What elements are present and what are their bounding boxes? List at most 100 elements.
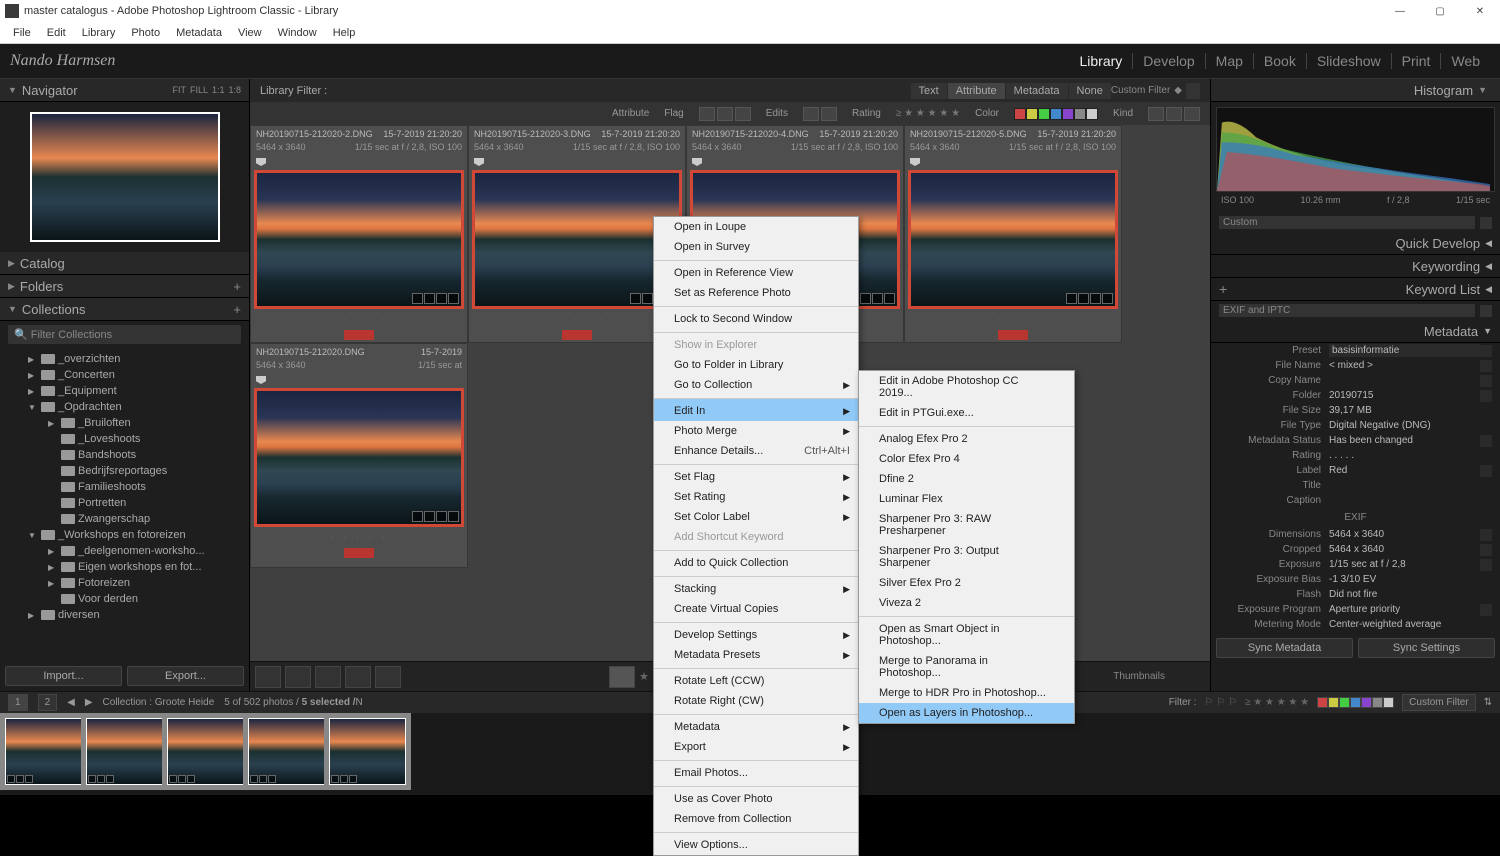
menu-item[interactable]: Set Flag▶ (654, 464, 858, 487)
color-filter[interactable] (1014, 108, 1026, 120)
menu-item[interactable]: Open as Layers in Photoshop... (859, 703, 1074, 723)
menu-library[interactable]: Library (74, 24, 124, 42)
kind-3[interactable] (1184, 107, 1200, 121)
metadata-row[interactable]: Cropped5464 x 3640 (1211, 542, 1500, 557)
metadata-row[interactable]: Metering ModeCenter-weighted average (1211, 617, 1500, 632)
menu-item[interactable]: Rotate Left (CCW) (654, 668, 858, 691)
module-map[interactable]: Map (1206, 53, 1254, 69)
nav-mode[interactable]: FILL (190, 85, 208, 95)
menu-item[interactable]: Edit in Adobe Photoshop CC 2019... (859, 371, 1074, 403)
filter-metadata[interactable]: Metadata (1006, 83, 1068, 99)
sb-color[interactable] (1339, 697, 1350, 708)
edits-2[interactable] (821, 107, 837, 121)
grid-cell[interactable]: NH20190715-212020-5.DNG15-7-2019 21:20:2… (904, 125, 1122, 343)
collections-header[interactable]: ▼Collections+ (0, 298, 249, 321)
collection-item[interactable]: Voor derden (0, 591, 249, 607)
collection-item[interactable]: ▶diversen (0, 607, 249, 623)
menu-item[interactable]: Set as Reference Photo (654, 283, 858, 303)
navigator-thumb[interactable] (0, 102, 249, 252)
people-view-icon[interactable] (375, 666, 401, 688)
collection-item[interactable]: Bandshoots (0, 447, 249, 463)
compare-view-icon[interactable] (315, 666, 341, 688)
filmstrip-thumb[interactable] (329, 718, 406, 785)
metadata-row[interactable]: File TypeDigital Negative (DNG) (1211, 418, 1500, 433)
maximize-button[interactable]: ▢ (1420, 0, 1460, 22)
grid-view-icon[interactable] (255, 666, 281, 688)
metadata-row[interactable]: File Name< mixed > (1211, 358, 1500, 373)
sync-settings-button[interactable]: Sync Settings (1358, 638, 1495, 658)
sync-metadata-button[interactable]: Sync Metadata (1216, 638, 1353, 658)
filmstrip-thumb[interactable] (86, 718, 163, 785)
metadata-row[interactable]: Folder20190715 (1211, 388, 1500, 403)
module-web[interactable]: Web (1441, 53, 1490, 69)
menu-edit[interactable]: Edit (39, 24, 74, 42)
collection-item[interactable]: Bedrijfsreportages (0, 463, 249, 479)
folders-header[interactable]: ▶Folders+ (0, 275, 249, 298)
menu-item[interactable]: Color Efex Pro 4 (859, 449, 1074, 469)
collection-item[interactable]: ▼_Workshops en fotoreizen (0, 527, 249, 543)
survey-view-icon[interactable] (345, 666, 371, 688)
kind-1[interactable] (1148, 107, 1164, 121)
quick-develop-header[interactable]: Quick Develop◀ (1211, 232, 1500, 255)
menu-window[interactable]: Window (270, 24, 325, 42)
metadata-row[interactable]: Exposure1/15 sec at f / 2,8 (1211, 557, 1500, 572)
navigator-header[interactable]: ▼Navigator FITFILL1:11:8 (0, 79, 249, 102)
menu-item[interactable]: View Options... (654, 832, 858, 855)
filmstrip-thumb[interactable] (5, 718, 82, 785)
collection-item[interactable]: Zwangerschap (0, 511, 249, 527)
menu-item[interactable]: Metadata Presets▶ (654, 645, 858, 665)
sb-color[interactable] (1383, 697, 1394, 708)
grid-cell[interactable]: NH20190715-212020-2.DNG15-7-2019 21:20:2… (250, 125, 468, 343)
menu-item[interactable]: Remove from Collection (654, 809, 858, 829)
metadata-row[interactable]: Exposure Bias-1 3/10 EV (1211, 572, 1500, 587)
menu-item[interactable]: Photo Merge▶ (654, 421, 858, 441)
import-button[interactable]: Import... (5, 666, 122, 686)
module-library[interactable]: Library (1070, 53, 1134, 69)
nav-mode[interactable]: FIT (172, 85, 186, 95)
color-filter[interactable] (1074, 108, 1086, 120)
collection-item[interactable]: _Loveshoots (0, 431, 249, 447)
menu-item[interactable]: Stacking▶ (654, 576, 858, 599)
sb-color[interactable] (1328, 697, 1339, 708)
menu-item[interactable]: Edit In▶ (654, 398, 858, 421)
collection-item[interactable]: ▶_Equipment (0, 383, 249, 399)
menu-item[interactable]: Go to Folder in Library (654, 355, 858, 375)
collection-item[interactable]: Familieshoots (0, 479, 249, 495)
filmstrip-thumb[interactable] (248, 718, 325, 785)
minimize-button[interactable]: — (1380, 0, 1420, 22)
menu-item[interactable]: Viveza 2 (859, 593, 1074, 613)
thumbnail-size[interactable]: Thumbnails (1113, 671, 1165, 682)
filter-none[interactable]: None (1069, 83, 1111, 99)
nav-mode[interactable]: 1:8 (228, 85, 241, 95)
sb-color[interactable] (1372, 697, 1383, 708)
color-filter[interactable] (1038, 108, 1050, 120)
collection-item[interactable]: ▶_Concerten (0, 367, 249, 383)
menu-item[interactable]: Use as Cover Photo (654, 786, 858, 809)
menu-item[interactable]: Analog Efex Pro 2 (859, 426, 1074, 449)
color-filter[interactable] (1062, 108, 1074, 120)
metadata-row[interactable]: Rating. . . . . (1211, 448, 1500, 463)
module-print[interactable]: Print (1392, 53, 1442, 69)
metadata-row[interactable]: Exposure ProgramAperture priority (1211, 602, 1500, 617)
sb-color[interactable] (1361, 697, 1372, 708)
menu-item[interactable]: Create Virtual Copies (654, 599, 858, 619)
menu-item[interactable]: Set Rating▶ (654, 487, 858, 507)
histogram-mode[interactable]: Custom (1219, 216, 1475, 229)
flag-reject[interactable] (735, 107, 751, 121)
filter-collections-input[interactable]: 🔍 Filter Collections (8, 325, 241, 344)
filmstrip-thumb[interactable] (167, 718, 244, 785)
menu-item[interactable]: Metadata▶ (654, 714, 858, 737)
metadata-row[interactable]: Title (1211, 478, 1500, 493)
filter-text[interactable]: Text (911, 83, 947, 99)
menu-item[interactable]: Email Photos... (654, 760, 858, 783)
color-filter[interactable] (1050, 108, 1062, 120)
keywording-header[interactable]: Keywording◀ (1211, 255, 1500, 278)
menu-item[interactable]: Open in Loupe (654, 217, 858, 237)
menu-photo[interactable]: Photo (123, 24, 168, 42)
menu-item[interactable]: Dfine 2 (859, 469, 1074, 489)
collection-item[interactable]: ▶Eigen workshops en fot... (0, 559, 249, 575)
color-filter[interactable] (1026, 108, 1038, 120)
menu-item[interactable]: Merge to HDR Pro in Photoshop... (859, 683, 1074, 703)
collection-item[interactable]: ▼_Opdrachten (0, 399, 249, 415)
menu-item[interactable]: Silver Efex Pro 2 (859, 573, 1074, 593)
